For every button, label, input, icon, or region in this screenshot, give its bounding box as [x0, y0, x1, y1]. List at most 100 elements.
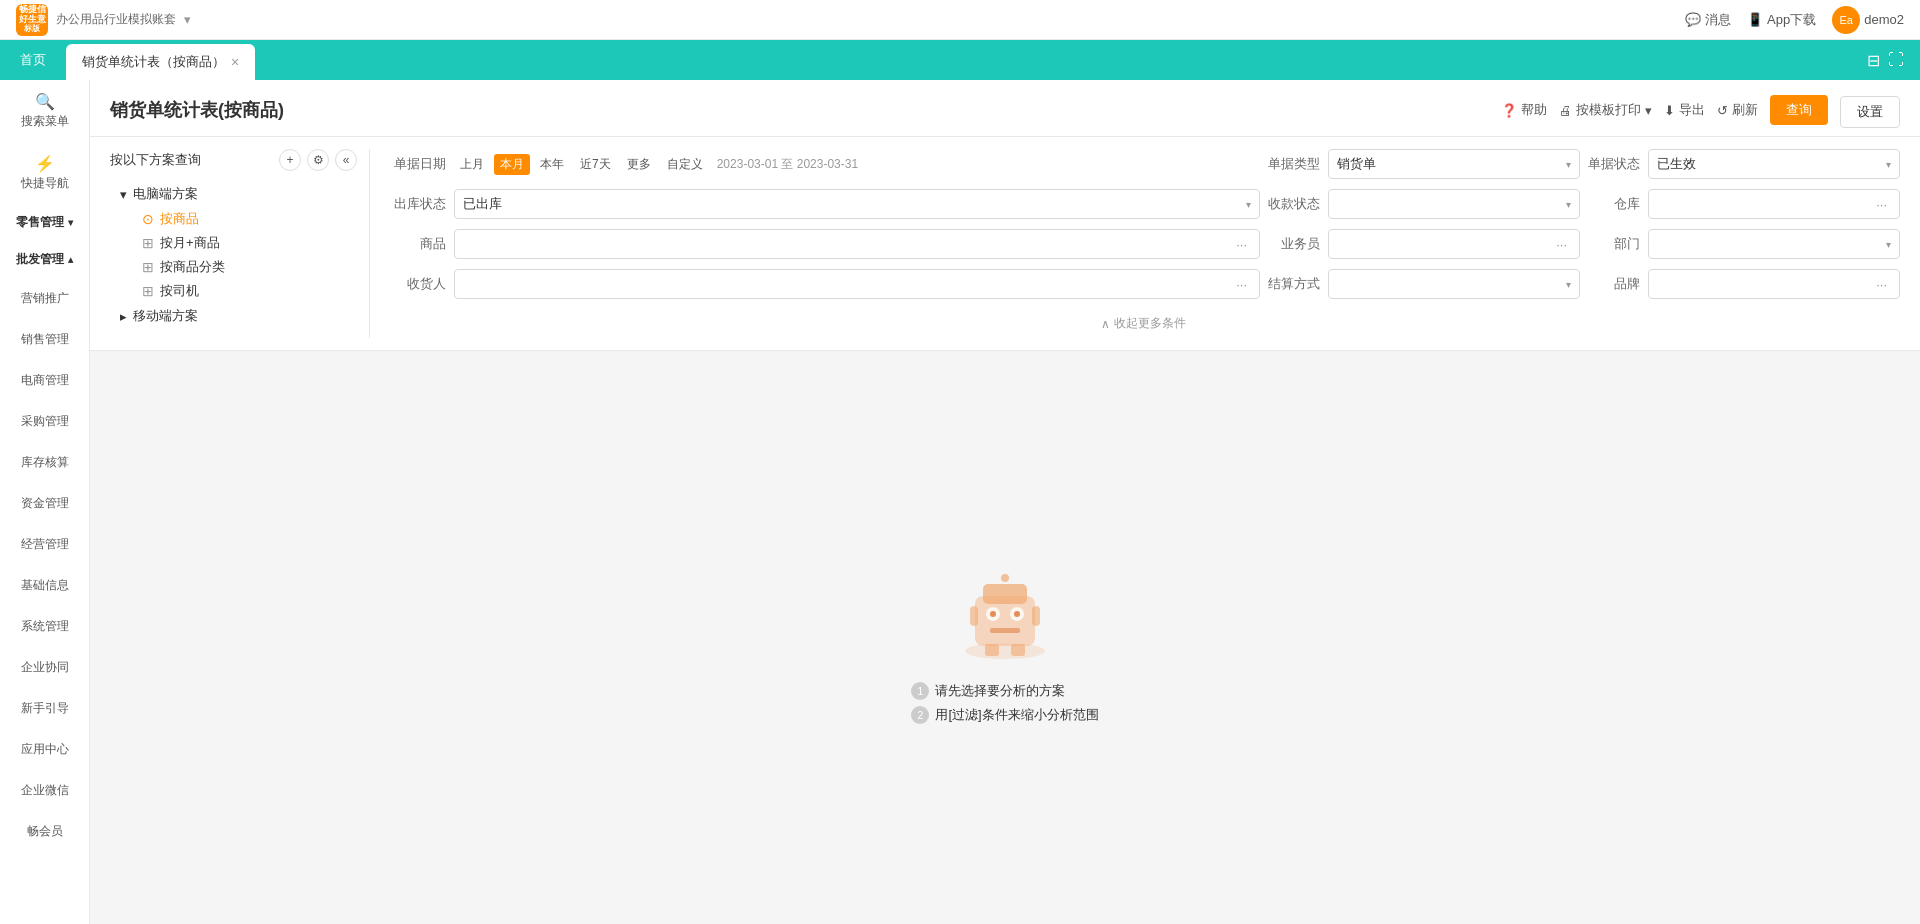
sidebar-item-operations[interactable]: 经营管理 [0, 524, 89, 565]
sidebar-item-basic-info[interactable]: 基础信息 [0, 565, 89, 606]
goods-label: 商品 [386, 235, 446, 253]
svg-rect-9 [1032, 606, 1040, 626]
collapse-bar[interactable]: ∧ 收起更多条件 [386, 309, 1900, 338]
tab-minimize-btn[interactable]: ⊟ [1867, 51, 1880, 70]
tree-desktop-scheme[interactable]: ▾ 电脑端方案 [110, 181, 357, 207]
page-title: 销货单统计表(按商品) [110, 98, 284, 122]
payment-status-label: 收款状态 [1260, 195, 1320, 213]
svg-rect-10 [985, 644, 999, 656]
tab-close-btn[interactable]: × [231, 54, 239, 70]
settle-input[interactable]: ▾ [1328, 269, 1580, 299]
doc-status-label: 单据状态 [1580, 155, 1640, 173]
refresh-btn[interactable]: ↺ 刷新 [1717, 101, 1758, 119]
top-bar-left: 畅捷信好生意 标版 办公用品行业模拟账套 ▾ [16, 4, 191, 36]
sidebar-item-sales[interactable]: 销售管理 [0, 319, 89, 360]
tip-num-1: 1 [911, 682, 929, 700]
sidebar-item-ecommerce[interactable]: 电商管理 [0, 360, 89, 401]
date-btn-custom[interactable]: 自定义 [661, 154, 709, 175]
sidebar-item-purchase[interactable]: 采购管理 [0, 401, 89, 442]
query-button[interactable]: 查询 [1770, 95, 1828, 125]
settings-button[interactable]: 设置 [1840, 96, 1900, 128]
tree-item-by-category[interactable]: ⊞ 按商品分类 [134, 255, 357, 279]
sidebar-item-app-center[interactable]: 应用中心 [0, 729, 89, 770]
tree-children: ⊙ 按商品 ⊞ 按月+商品 ⊞ 按商品分类 [110, 207, 357, 303]
tree-item-by-driver[interactable]: ⊞ 按司机 [134, 279, 357, 303]
sidebar-item-wholesale[interactable]: 批发管理 ▴ [0, 241, 89, 278]
warehouse-dots[interactable]: ··· [1872, 197, 1891, 212]
sidebar-item-membership[interactable]: 畅会员 [0, 811, 89, 852]
payment-status-caret-icon: ▾ [1566, 199, 1571, 210]
sidebar-quick-nav[interactable]: ⚡ 快捷导航 [0, 142, 89, 204]
tip-num-2: 2 [911, 706, 929, 724]
empty-tip-2: 2 用[过滤]条件来缩小分析范围 [911, 706, 1098, 724]
svg-rect-7 [990, 628, 1020, 633]
date-btn-more[interactable]: 更多 [621, 154, 657, 175]
dept-input[interactable]: ▾ [1648, 229, 1900, 259]
settle-field: 结算方式 ▾ [1260, 269, 1580, 299]
empty-state: 1 请先选择要分析的方案 2 用[过滤]条件来缩小分析范围 [90, 351, 1920, 924]
retail-arrow-icon: ▾ [68, 217, 73, 228]
doc-status-filter-field: 单据状态 已生效 ▾ [1580, 149, 1900, 179]
date-btn-this-month[interactable]: 本月 [494, 154, 530, 175]
message-icon: 💬 [1685, 12, 1701, 27]
receiver-input[interactable]: ··· [454, 269, 1260, 299]
filter-row-3: 商品 ··· 业务员 ··· [386, 229, 1900, 259]
sidebar-item-retail[interactable]: 零售管理 ▾ [0, 204, 89, 241]
sidebar-item-enterprise[interactable]: 企业协同 [0, 647, 89, 688]
goods-input[interactable]: ··· [454, 229, 1260, 259]
brand-dots[interactable]: ··· [1872, 277, 1891, 292]
doc-type-caret-icon: ▾ [1566, 159, 1571, 170]
warehouse-input[interactable]: ··· [1648, 189, 1900, 219]
svg-rect-2 [983, 584, 1027, 604]
date-btn-this-year[interactable]: 本年 [534, 154, 570, 175]
top-bar: 畅捷信好生意 标版 办公用品行业模拟账套 ▾ 💬 消息 📱 App下载 Ea d… [0, 0, 1920, 40]
doc-type-input[interactable]: 销货单 ▾ [1328, 149, 1580, 179]
tab-home[interactable]: 首页 [0, 40, 66, 80]
user-avatar[interactable]: Ea demo2 [1832, 6, 1904, 34]
tab-active[interactable]: 销货单统计表（按商品） × [66, 44, 255, 80]
payment-status-input[interactable]: ▾ [1328, 189, 1580, 219]
print-btn[interactable]: 🖨 按模板打印 ▾ [1559, 101, 1652, 119]
tab-bar: 首页 销货单统计表（按商品） × ⊟ ⛶ [0, 40, 1920, 80]
sidebar-item-wechat[interactable]: 企业微信 [0, 770, 89, 811]
filter-row-4: 收货人 ··· 结算方式 ▾ [386, 269, 1900, 299]
scheme-actions: + ⚙ « [279, 149, 357, 171]
salesperson-label: 业务员 [1260, 235, 1320, 253]
collapse-scheme-btn[interactable]: « [335, 149, 357, 171]
nav-icon: ⚡ [35, 154, 55, 173]
brand-input[interactable]: ··· [1648, 269, 1900, 299]
tab-fullscreen-btn[interactable]: ⛶ [1888, 51, 1904, 69]
add-scheme-btn[interactable]: + [279, 149, 301, 171]
date-btn-7days[interactable]: 近7天 [574, 154, 617, 175]
edit-scheme-btn[interactable]: ⚙ [307, 149, 329, 171]
warehouse-field: 仓库 ··· [1580, 189, 1900, 219]
help-btn[interactable]: ❓ 帮助 [1501, 101, 1547, 119]
app-download-btn[interactable]: 📱 App下载 [1747, 11, 1816, 29]
dropdown-icon[interactable]: ▾ [184, 12, 191, 27]
tree-item-by-month-goods[interactable]: ⊞ 按月+商品 [134, 231, 357, 255]
date-btn-last-month[interactable]: 上月 [454, 154, 490, 175]
salesperson-input[interactable]: ··· [1328, 229, 1580, 259]
salesperson-field: 业务员 ··· [1260, 229, 1580, 259]
dept-caret-icon: ▾ [1886, 239, 1891, 250]
filter-layout: 按以下方案查询 + ⚙ « ▾ 电脑端方案 [110, 149, 1900, 338]
sidebar-search-menu[interactable]: 🔍 搜索菜单 [0, 80, 89, 142]
sidebar-item-guide[interactable]: 新手引导 [0, 688, 89, 729]
tree-item-by-goods[interactable]: ⊙ 按商品 [134, 207, 357, 231]
receiver-label: 收货人 [386, 275, 446, 293]
brand-field: 品牌 ··· [1580, 269, 1900, 299]
warehouse-status-input[interactable]: 已出库 ▾ [454, 189, 1260, 219]
message-btn[interactable]: 💬 消息 [1685, 11, 1731, 29]
help-icon: ❓ [1501, 103, 1517, 118]
doc-status-input[interactable]: 已生效 ▾ [1648, 149, 1900, 179]
receiver-dots[interactable]: ··· [1232, 277, 1251, 292]
salesperson-dots[interactable]: ··· [1552, 237, 1571, 252]
sidebar-item-marketing[interactable]: 营销推广 [0, 278, 89, 319]
sidebar-item-finance[interactable]: 资金管理 [0, 483, 89, 524]
sidebar-item-inventory[interactable]: 库存核算 [0, 442, 89, 483]
tree-mobile-scheme[interactable]: ▸ 移动端方案 [110, 303, 357, 329]
goods-dots[interactable]: ··· [1232, 237, 1251, 252]
sidebar-item-system[interactable]: 系统管理 [0, 606, 89, 647]
filter-panel: 按以下方案查询 + ⚙ « ▾ 电脑端方案 [90, 137, 1920, 351]
export-btn[interactable]: ⬇ 导出 [1664, 101, 1705, 119]
